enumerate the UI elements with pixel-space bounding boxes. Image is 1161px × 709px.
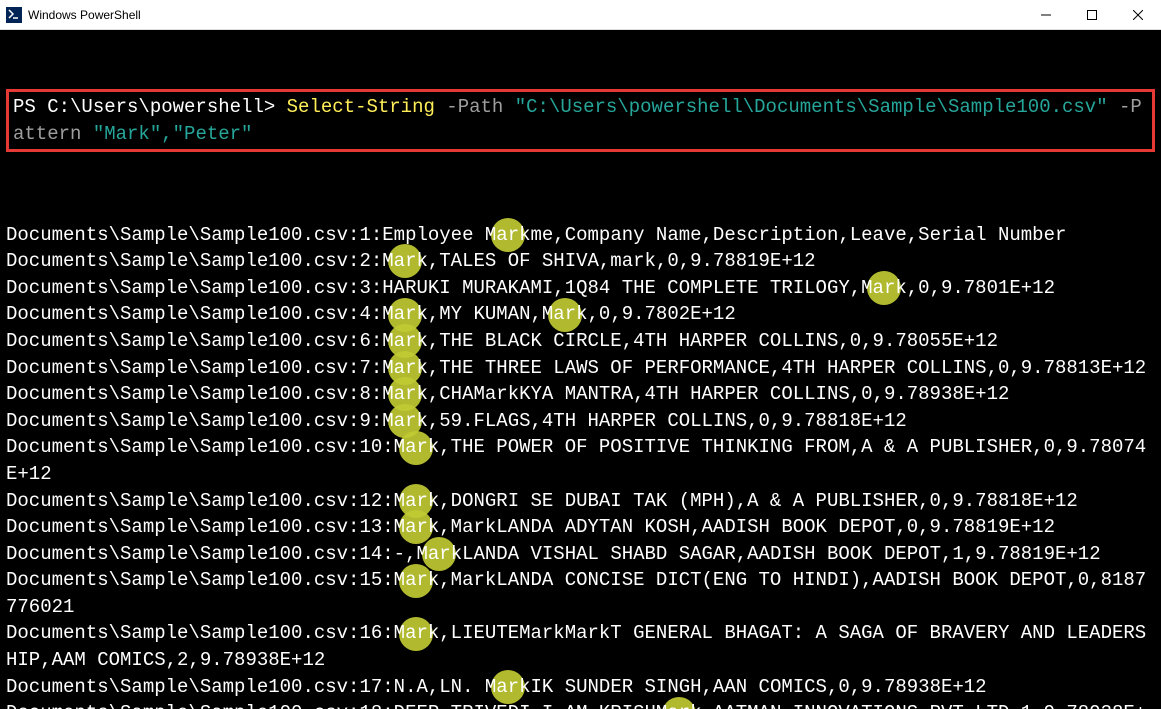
match-highlight: Mark xyxy=(382,301,428,328)
output-line: Documents\Sample\Sample100.csv:1:Employe… xyxy=(6,222,1155,249)
match-text: Mark xyxy=(394,490,440,512)
command-highlight-box: PS C:\Users\powershell> Select-String -P… xyxy=(6,89,1155,152)
titlebar[interactable]: Windows PowerShell xyxy=(0,0,1161,30)
match-highlight: Mark xyxy=(542,301,588,328)
minimize-button[interactable] xyxy=(1023,0,1069,30)
output-line: Documents\Sample\Sample100.csv:10:Mark,T… xyxy=(6,434,1155,487)
output-line: Documents\Sample\Sample100.csv:8:Mark,CH… xyxy=(6,381,1155,408)
output-line: Documents\Sample\Sample100.csv:7:Mark,TH… xyxy=(6,355,1155,382)
maximize-button[interactable] xyxy=(1069,0,1115,30)
match-text: Mark xyxy=(656,702,702,709)
match-text: Mark xyxy=(382,250,428,272)
match-text: Mark xyxy=(382,357,428,379)
output-line: Documents\Sample\Sample100.csv:6:Mark,TH… xyxy=(6,328,1155,355)
match-text: Mark xyxy=(382,303,428,325)
output-line: Documents\Sample\Sample100.csv:2:Mark,TA… xyxy=(6,248,1155,275)
match-highlight: Mark xyxy=(394,514,440,541)
match-text: Mark xyxy=(542,303,588,325)
window-title: Windows PowerShell xyxy=(28,8,141,22)
match-highlight: Mark xyxy=(382,328,428,355)
match-text: Mark xyxy=(394,569,440,591)
output-line: Documents\Sample\Sample100.csv:14:-,Mark… xyxy=(6,541,1155,568)
output-line: Documents\Sample\Sample100.csv:16:Mark,L… xyxy=(6,620,1155,673)
match-text: Mark xyxy=(485,224,531,246)
match-highlight: Mark xyxy=(485,222,531,249)
match-text: Mark xyxy=(416,543,462,565)
match-text: Mark xyxy=(382,383,428,405)
prompt: PS C:\Users\powershell> xyxy=(13,96,287,118)
output-line: Documents\Sample\Sample100.csv:12:Mark,D… xyxy=(6,488,1155,515)
output-line: Documents\Sample\Sample100.csv:17:N.A,LN… xyxy=(6,674,1155,701)
match-highlight: Mark xyxy=(382,355,428,382)
output-line: Documents\Sample\Sample100.csv:13:Mark,M… xyxy=(6,514,1155,541)
match-highlight: Mark xyxy=(656,700,702,709)
match-highlight: Mark xyxy=(861,275,907,302)
match-highlight: Mark xyxy=(382,381,428,408)
match-text: Mark xyxy=(394,516,440,538)
output-line: Documents\Sample\Sample100.csv:15:Mark,M… xyxy=(6,567,1155,620)
match-highlight: Mark xyxy=(382,248,428,275)
terminal[interactable]: PS C:\Users\powershell> Select-String -P… xyxy=(0,30,1161,709)
command-output: Documents\Sample\Sample100.csv:1:Employe… xyxy=(6,222,1155,709)
path-value: "C:\Users\powershell\Documents\Sample\Sa… xyxy=(515,96,1108,118)
match-highlight: Mark xyxy=(394,567,440,594)
match-text: Mark xyxy=(382,330,428,352)
match-highlight: Mark xyxy=(416,541,462,568)
match-text: Mark xyxy=(382,410,428,432)
cmdlet-name: Select-String xyxy=(287,96,435,118)
param-path: -Path xyxy=(435,96,515,118)
close-button[interactable] xyxy=(1115,0,1161,30)
match-text: Mark xyxy=(394,622,440,644)
match-highlight: Mark xyxy=(485,674,531,701)
match-highlight: Mark xyxy=(382,408,428,435)
output-line: Documents\Sample\Sample100.csv:18:DEEP T… xyxy=(6,700,1155,709)
match-text: Mark xyxy=(861,277,907,299)
pattern-value: "Mark","Peter" xyxy=(93,123,253,145)
match-text: Mark xyxy=(394,436,440,458)
match-highlight: Mark xyxy=(394,488,440,515)
match-highlight: Mark xyxy=(394,620,440,647)
output-line: Documents\Sample\Sample100.csv:3:HARUKI … xyxy=(6,275,1155,302)
output-line: Documents\Sample\Sample100.csv:9:Mark,59… xyxy=(6,408,1155,435)
match-text: Mark xyxy=(485,676,531,698)
powershell-icon xyxy=(6,7,22,23)
output-line: Documents\Sample\Sample100.csv:4:Mark,MY… xyxy=(6,301,1155,328)
match-highlight: Mark xyxy=(394,434,440,461)
